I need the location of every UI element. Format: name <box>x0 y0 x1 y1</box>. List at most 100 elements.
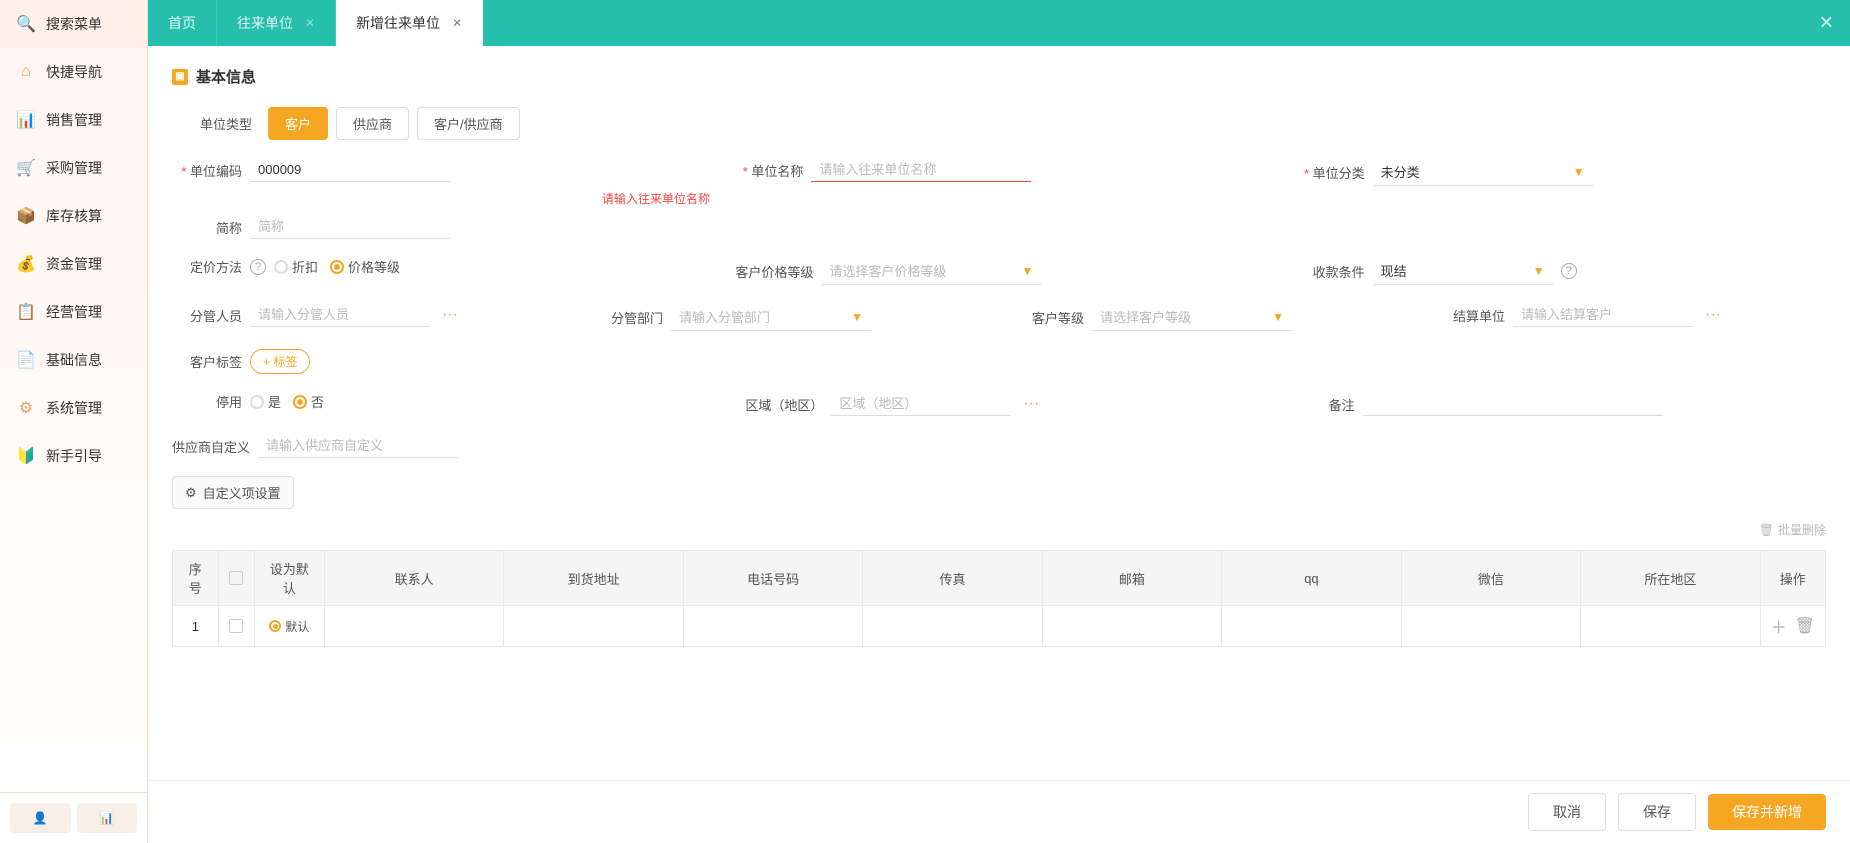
tab-new-partner-close[interactable]: ✕ <box>452 16 462 30</box>
select-all-checkbox[interactable] <box>229 571 243 585</box>
cell-address[interactable] <box>504 606 683 647</box>
unit-type-customer[interactable]: 客户 <box>268 107 328 140</box>
pricing-radio-group: 折扣 价格等级 <box>274 257 400 276</box>
category-select[interactable]: 未分类 ▼ <box>1373 158 1593 186</box>
sidebar-item-inventory[interactable]: 📦 库存核算 <box>0 192 147 240</box>
cell-wechat[interactable] <box>1401 606 1580 647</box>
manager-row: 分管人员 ··· 分管部门 请输入分管部门 ▼ 客户等级 请选择客户等级 ▼ 结… <box>172 303 1826 331</box>
region-input[interactable] <box>831 392 1011 416</box>
sidebar-item-beginner[interactable]: 🔰 新手引导 <box>0 432 147 480</box>
col-fax: 传真 <box>863 551 1042 606</box>
box-icon: 📦 <box>16 206 36 226</box>
wechat-input[interactable] <box>1412 619 1570 634</box>
tab-bar-close-all[interactable]: ✕ <box>1819 13 1834 34</box>
save-new-button[interactable]: 保存并新增 <box>1708 794 1826 830</box>
dept-select[interactable]: 请输入分管部门 ▼ <box>671 303 871 331</box>
radio-discount[interactable]: 折扣 <box>274 257 318 276</box>
dept-arrow: ▼ <box>851 310 863 324</box>
contact-input[interactable] <box>335 619 493 634</box>
payment-help-icon[interactable]: ? <box>1561 263 1577 279</box>
customer-level-placeholder: 请选择客户等级 <box>1100 307 1268 326</box>
sidebar-item-operations[interactable]: 📋 经营管理 <box>0 288 147 336</box>
radio-price-level-label: 价格等级 <box>348 257 400 276</box>
sidebar-item-system[interactable]: ⚙ 系统管理 <box>0 384 147 432</box>
region-table-input[interactable] <box>1591 619 1749 634</box>
name-group: 单位名称 <box>733 158 1264 182</box>
tab-partners[interactable]: 往来单位 ✕ <box>217 0 336 46</box>
manager-input[interactable] <box>250 303 430 327</box>
section-basic-info: ▣ 基本信息 <box>172 66 1826 87</box>
customer-level-select[interactable]: 请选择客户等级 ▼ <box>1092 303 1292 331</box>
supplier-custom-input[interactable] <box>258 434 458 458</box>
cell-qq[interactable] <box>1222 606 1402 647</box>
delete-row-btn[interactable]: 🗑 <box>1795 616 1815 636</box>
cell-region[interactable] <box>1581 606 1760 647</box>
payment-select[interactable]: 现结 ▼ <box>1373 257 1553 285</box>
phone-input[interactable] <box>694 619 852 634</box>
category-label: 单位分类 <box>1295 163 1365 182</box>
fax-input[interactable] <box>873 619 1031 634</box>
table-header-row: 序号 设为默认 联系人 到货地址 电话号码 传真 邮箱 qq 微信 所在地区 操… <box>173 551 1826 606</box>
pricing-help-icon[interactable]: ? <box>250 259 266 275</box>
dept-group: 分管部门 请输入分管部门 ▼ <box>593 303 984 331</box>
unit-type-both[interactable]: 客户/供应商 <box>417 107 520 140</box>
manager-ellipsis[interactable]: ··· <box>438 306 462 324</box>
radio-price-level[interactable]: 价格等级 <box>330 257 400 276</box>
default-radio[interactable]: 默认 <box>265 618 314 635</box>
tab-home[interactable]: 首页 <box>148 0 217 46</box>
settlement-input[interactable] <box>1513 303 1693 327</box>
qq-input[interactable] <box>1232 619 1391 634</box>
sidebar-stats-btn[interactable]: 📊 <box>77 803 138 833</box>
cancel-button[interactable]: 取消 <box>1528 793 1606 831</box>
tab-partners-close[interactable]: ✕ <box>305 16 315 30</box>
dept-label: 分管部门 <box>593 308 663 327</box>
batch-delete-btn[interactable]: 🗑 批量删除 <box>1759 521 1826 538</box>
region-ellipsis[interactable]: ··· <box>1019 395 1043 413</box>
short-name-row: 简称 <box>172 215 1826 239</box>
disabled-radio-group: 是 否 <box>250 392 324 411</box>
tab-bar: 首页 往来单位 ✕ 新增往来单位 ✕ ✕ <box>148 0 1850 46</box>
save-button[interactable]: 保存 <box>1618 793 1696 831</box>
email-input[interactable] <box>1053 619 1211 634</box>
cell-contact[interactable] <box>325 606 504 647</box>
radio-disabled-no[interactable]: 否 <box>293 392 324 411</box>
tab-new-partner[interactable]: 新增往来单位 ✕ <box>336 0 483 46</box>
custom-settings-btn[interactable]: ⚙ 自定义项设置 <box>172 476 294 509</box>
customer-level-label: 客户等级 <box>1014 308 1084 327</box>
sidebar-item-search[interactable]: 🔍 搜索菜单 <box>0 0 147 48</box>
cell-default: 默认 <box>254 606 324 647</box>
address-input[interactable] <box>514 619 672 634</box>
search-icon: 🔍 <box>16 14 36 34</box>
sidebar-user-btn[interactable]: 👤 <box>10 803 71 833</box>
pricing-group: 定价方法 ? 折扣 价格等级 <box>172 257 703 276</box>
sidebar-item-sales[interactable]: 📊 销售管理 <box>0 96 147 144</box>
code-input[interactable] <box>250 158 450 182</box>
unit-type-row: 单位类型 客户 供应商 客户/供应商 <box>172 107 1826 140</box>
name-input[interactable] <box>811 158 1031 182</box>
add-row-btn[interactable]: ＋ <box>1771 614 1787 638</box>
sidebar-item-finance[interactable]: 💰 资金管理 <box>0 240 147 288</box>
remark-input[interactable] <box>1363 392 1663 416</box>
row-checkbox[interactable] <box>229 619 243 633</box>
add-tag-button[interactable]: + 标签 <box>250 349 310 374</box>
radio-disabled-yes[interactable]: 是 <box>250 392 281 411</box>
sidebar-item-label: 资金管理 <box>46 254 102 274</box>
col-email: 邮箱 <box>1042 551 1221 606</box>
col-action: 操作 <box>1760 551 1825 606</box>
cell-phone[interactable] <box>683 606 862 647</box>
cell-fax[interactable] <box>863 606 1042 647</box>
short-name-input[interactable] <box>250 215 450 239</box>
sidebar-item-quick-nav[interactable]: ⌂ 快捷导航 <box>0 48 147 96</box>
settlement-ellipsis[interactable]: ··· <box>1701 306 1725 324</box>
tab-new-partner-label: 新增往来单位 <box>356 13 440 33</box>
sidebar-item-basic-info[interactable]: 📄 基础信息 <box>0 336 147 384</box>
cell-email[interactable] <box>1042 606 1221 647</box>
cart-icon: 🛒 <box>16 158 36 178</box>
sidebar-item-purchase[interactable]: 🛒 采购管理 <box>0 144 147 192</box>
row-actions: ＋ 🗑 <box>1771 614 1815 638</box>
custom-settings-row: ⚙ 自定义项设置 <box>172 476 1826 509</box>
sidebar-item-label: 快捷导航 <box>46 62 102 82</box>
unit-type-supplier[interactable]: 供应商 <box>336 107 409 140</box>
unit-type-label: 单位类型 <box>172 114 252 133</box>
customer-price-select[interactable]: 请选择客户价格等级 ▼ <box>821 257 1041 285</box>
